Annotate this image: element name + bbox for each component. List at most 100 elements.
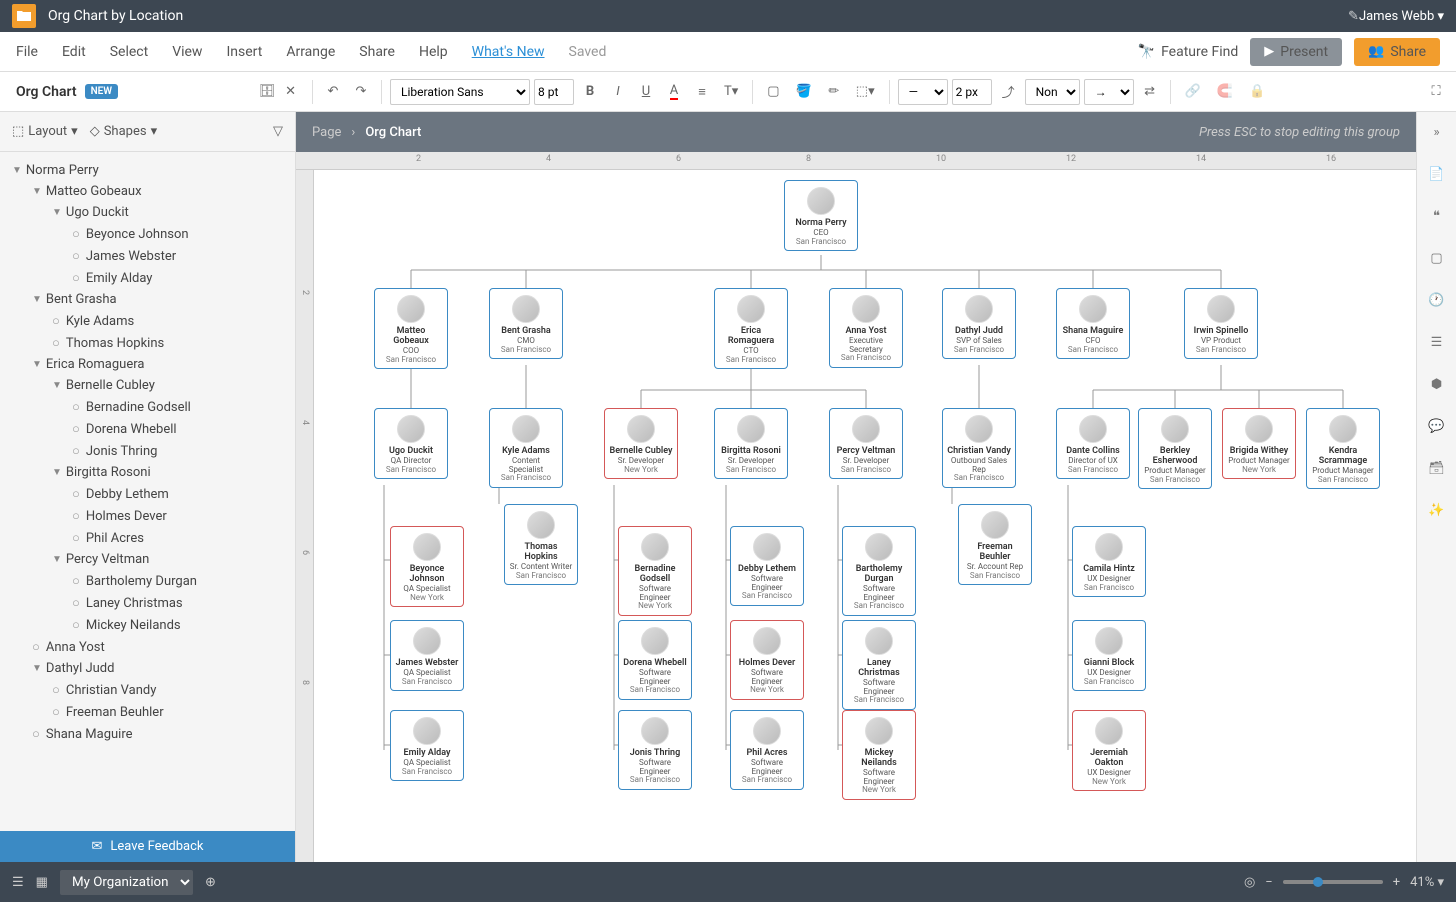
fullscreen-button[interactable]: ⛶ (1424, 78, 1448, 106)
menu-arrange[interactable]: Arrange (286, 44, 335, 60)
org-node[interactable]: Freeman BeuhlerSr. Account RepSan Franci… (958, 504, 1032, 585)
menu-file[interactable]: File (16, 44, 38, 60)
org-node[interactable]: Bernelle CubleySr. DeveloperNew York (604, 408, 678, 479)
layout-dropdown[interactable]: ⬚ Layout ▾ (12, 124, 78, 139)
text-color-button[interactable]: A (662, 78, 686, 106)
org-node[interactable]: Kyle AdamsContent SpecialistSan Francisc… (489, 408, 563, 488)
italic-button[interactable]: I (606, 78, 630, 106)
shape-options-button[interactable]: ⬚▾ (850, 78, 881, 106)
target-icon[interactable]: ◎ (1244, 875, 1255, 890)
org-node[interactable]: Ugo DuckitQA DirectorSan Francisco (374, 408, 448, 479)
org-node[interactable]: Phil AcresSoftware EngineerSan Francisco (730, 710, 804, 790)
breadcrumb-page[interactable]: Page (312, 125, 341, 140)
org-node[interactable]: Berkley EsherwoodProduct ManagerSan Fran… (1138, 408, 1212, 489)
data-icon[interactable]: 🗄 (259, 84, 276, 99)
org-node[interactable]: Birgitta RosoniSr. DeveloperSan Francisc… (714, 408, 788, 479)
tree-item[interactable]: ○Debby Lethem (0, 483, 295, 505)
tree-item[interactable]: ○Mickey Neilands (0, 614, 295, 636)
tree-item[interactable]: ▼Bent Grasha (0, 289, 295, 310)
org-node[interactable]: Kendra ScrammageProduct ManagerSan Franc… (1306, 408, 1380, 489)
font-select[interactable]: Liberation Sans (390, 79, 530, 105)
menu-whatsnew[interactable]: What's New (472, 44, 545, 60)
org-node[interactable]: Irwin SpinelloVP ProductSan Francisco (1184, 288, 1258, 359)
org-node[interactable]: Laney ChristmasSoftware EngineerSan Fran… (842, 620, 916, 710)
org-node[interactable]: Christian VandyOutbound Sales RepSan Fra… (942, 408, 1016, 488)
feedback-button[interactable]: ✉ Leave Feedback (0, 831, 295, 862)
org-node[interactable]: Gianni BlockUX DesignerSan Francisco (1072, 620, 1146, 691)
org-node[interactable]: Norma PerryCEOSan Francisco (784, 180, 858, 251)
user-menu[interactable]: James Webb ▾ (1359, 9, 1444, 24)
tree-item[interactable]: ▼Ugo Duckit (0, 202, 295, 223)
menu-insert[interactable]: Insert (226, 44, 262, 60)
add-page-icon[interactable]: ⊕ (205, 875, 216, 890)
grid-view-icon[interactable]: ▦ (36, 875, 48, 890)
tree-item[interactable]: ○Anna Yost (0, 636, 295, 658)
present-icon[interactable]: ▢ (1425, 246, 1449, 270)
data-link-icon[interactable]: ⬢ (1425, 372, 1449, 396)
page-icon[interactable]: 📄 (1425, 162, 1449, 186)
list-view-icon[interactable]: ☰ (12, 875, 24, 890)
fill-color-button[interactable]: 🪣 (790, 78, 818, 106)
org-node[interactable]: Bartholemy DurganSoftware EngineerSan Fr… (842, 526, 916, 616)
tree-item[interactable]: ○Phil Acres (0, 527, 295, 549)
magic-icon[interactable]: ✨ (1425, 498, 1449, 522)
history-icon[interactable]: 🕐 (1425, 288, 1449, 312)
swap-arrows-button[interactable]: ⇄ (1138, 78, 1162, 106)
org-select[interactable]: My Organization (60, 870, 193, 895)
comment-icon[interactable]: ❝ (1425, 204, 1449, 228)
document-title[interactable]: Org Chart by Location (48, 8, 1340, 24)
share-button[interactable]: 👥 Share (1354, 38, 1440, 66)
arrow-end-select[interactable]: → (1084, 79, 1134, 105)
org-node[interactable]: Debby LethemSoftware EngineerSan Francis… (730, 526, 804, 606)
layers-icon[interactable]: ☰ (1425, 330, 1449, 354)
zoom-slider[interactable] (1283, 880, 1383, 884)
tree-item[interactable]: ▼Norma Perry (0, 160, 295, 181)
tree-item[interactable]: ▼Birgitta Rosoni (0, 462, 295, 483)
org-node[interactable]: Jeremiah OaktonUX DesignerNew York (1072, 710, 1146, 791)
tree-item[interactable]: ○Laney Christmas (0, 592, 295, 614)
org-node[interactable]: Brigida WitheyProduct ManagerNew York (1222, 408, 1296, 479)
text-options-button[interactable]: T▾ (718, 78, 744, 106)
org-node[interactable]: Dorena WhebellSoftware EngineerSan Franc… (618, 620, 692, 700)
tree-item[interactable]: ▼Matteo Gobeaux (0, 181, 295, 202)
menu-share[interactable]: Share (359, 44, 395, 60)
menu-edit[interactable]: Edit (62, 44, 86, 60)
tree-item[interactable]: ○Holmes Dever (0, 505, 295, 527)
tree-item[interactable]: ○Dorena Whebell (0, 418, 295, 440)
tree-item[interactable]: ○Emily Alday (0, 267, 295, 289)
tree-item[interactable]: ○Jonis Thring (0, 440, 295, 462)
zoom-in-icon[interactable]: + (1393, 875, 1400, 890)
org-node[interactable]: Percy VeltmanSr. DeveloperSan Francisco (829, 408, 903, 479)
menu-view[interactable]: View (172, 44, 202, 60)
tree-item[interactable]: ○Shana Maguire (0, 723, 295, 745)
org-node[interactable]: Shana MaguireCFOSan Francisco (1056, 288, 1130, 359)
close-panel-icon[interactable]: ✕ (285, 84, 296, 99)
tree-item[interactable]: ○Christian Vandy (0, 679, 295, 701)
canvas[interactable]: 246810121416 2468 Norma PerryCEOSan Fran… (296, 152, 1416, 862)
undo-button[interactable]: ↶ (321, 78, 345, 106)
org-chart-canvas[interactable]: Norma PerryCEOSan FranciscoMatteo Gobeau… (314, 170, 1416, 862)
tree-item[interactable]: ▼Bernelle Cubley (0, 375, 295, 396)
arrow-start-select[interactable]: None (1025, 79, 1080, 105)
menu-select[interactable]: Select (110, 44, 148, 60)
folder-icon[interactable] (12, 4, 36, 28)
shapes-dropdown[interactable]: ◇ Shapes ▾ (90, 124, 157, 139)
org-node[interactable]: Dante CollinsDirector of UXSan Francisco (1056, 408, 1130, 479)
tree-item[interactable]: ○Kyle Adams (0, 310, 295, 332)
org-node[interactable]: Dathyl JuddSVP of SalesSan Francisco (942, 288, 1016, 359)
org-node[interactable]: Camila HintzUX DesignerSan Francisco (1072, 526, 1146, 597)
tree-item[interactable]: ▼Dathyl Judd (0, 658, 295, 679)
tree-item[interactable]: ○Bartholemy Durgan (0, 570, 295, 592)
filter-icon[interactable]: ▽ (273, 124, 283, 139)
collapse-rail-icon[interactable]: » (1425, 120, 1449, 144)
line-shape-button[interactable]: ⤴ (996, 78, 1021, 106)
border-color-button[interactable]: ✏ (822, 78, 846, 106)
database-icon[interactable]: 🗃 (1425, 456, 1449, 480)
tree-item[interactable]: ▼Percy Veltman (0, 549, 295, 570)
magnet-button[interactable]: 🧲 (1211, 78, 1239, 106)
align-button[interactable]: ≡ (690, 78, 714, 106)
org-node[interactable]: Mickey NeilandsSoftware EngineerNew York (842, 710, 916, 800)
tree-item[interactable]: ○James Webster (0, 245, 295, 267)
bold-button[interactable]: B (578, 78, 602, 106)
zoom-level[interactable]: 41% ▾ (1410, 875, 1444, 890)
